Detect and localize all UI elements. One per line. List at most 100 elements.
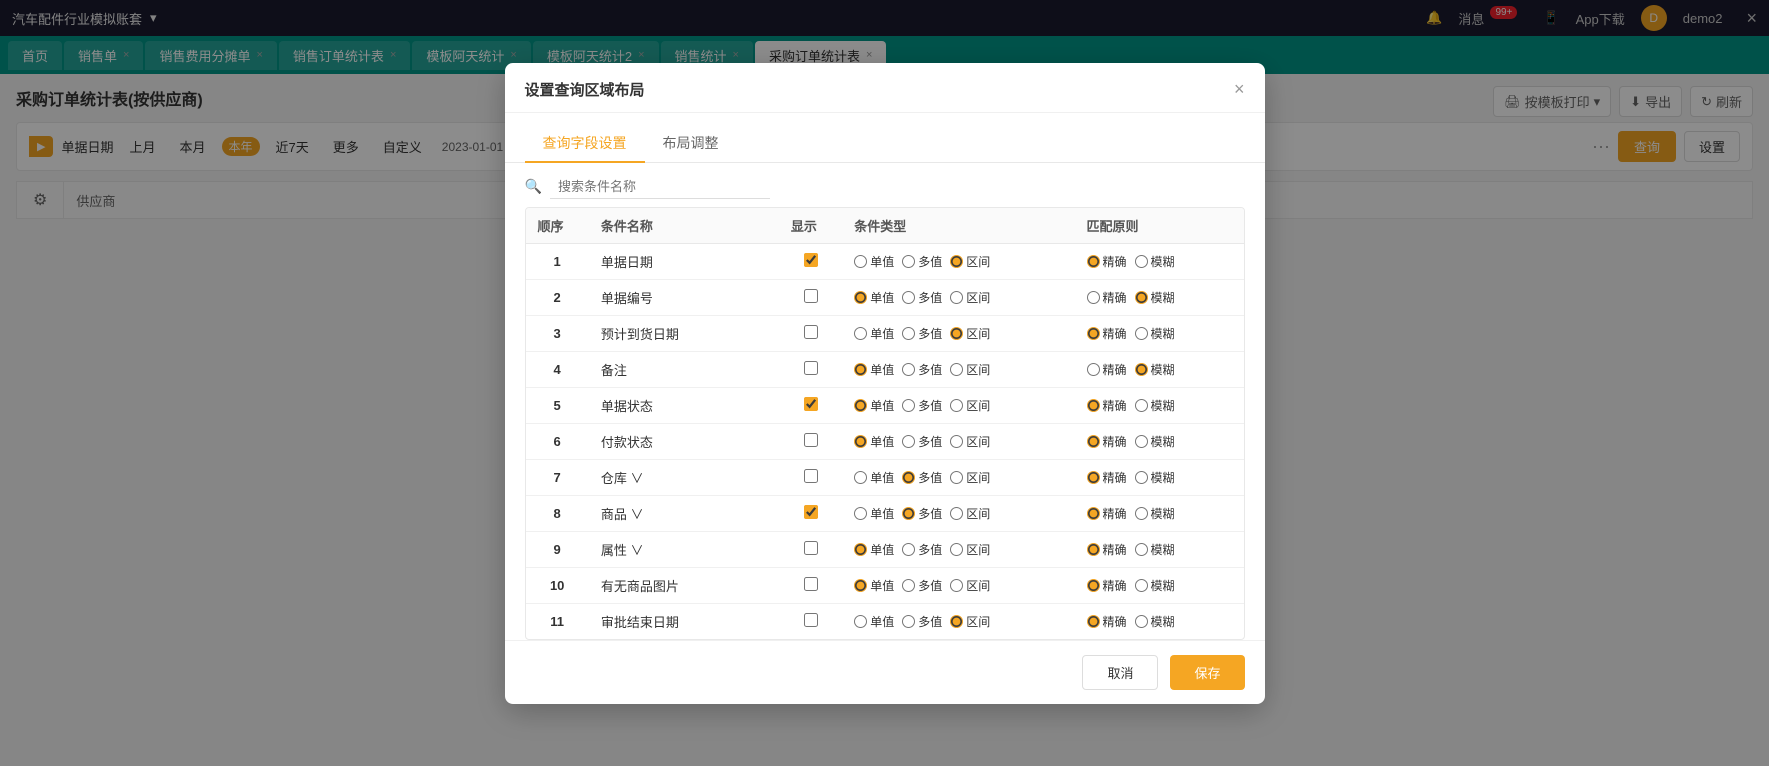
cell-type: 单值多值区间 bbox=[842, 279, 1074, 315]
type-radio-多值-row-8[interactable] bbox=[902, 543, 915, 556]
tab-layout-adjust[interactable]: 布局调整 bbox=[645, 125, 737, 163]
match-radio-精确-row-10[interactable] bbox=[1087, 615, 1100, 628]
type-radio-多值-row-10[interactable] bbox=[902, 615, 915, 628]
type-radio-区间-row-1[interactable] bbox=[950, 291, 963, 304]
match-radio-精确-row-7[interactable] bbox=[1087, 507, 1100, 520]
type-radio-多值-row-2[interactable] bbox=[902, 327, 915, 340]
dialog-overlay: 设置查询区域布局 × 查询字段设置 布局调整 🔍 bbox=[0, 0, 1769, 766]
type-option-区间: 区间 bbox=[950, 433, 990, 450]
match-radio-精确-row-2[interactable] bbox=[1087, 327, 1100, 340]
type-option-区间: 区间 bbox=[950, 397, 990, 414]
type-radio-单值-row-6[interactable] bbox=[854, 471, 867, 484]
cell-match: 精确模糊 bbox=[1075, 531, 1244, 567]
cell-order: 7 bbox=[526, 459, 589, 495]
display-checkbox-row-9[interactable] bbox=[804, 577, 818, 591]
type-radio-单值-row-2[interactable] bbox=[854, 327, 867, 340]
display-checkbox-wrap bbox=[791, 433, 830, 450]
type-radio-单值-row-3[interactable] bbox=[854, 363, 867, 376]
type-radio-多值-row-5[interactable] bbox=[902, 435, 915, 448]
type-radio-单值-row-7[interactable] bbox=[854, 507, 867, 520]
display-checkbox-row-6[interactable] bbox=[804, 469, 818, 483]
type-radio-区间-row-5[interactable] bbox=[950, 435, 963, 448]
display-checkbox-row-5[interactable] bbox=[804, 433, 818, 447]
type-radio-多值-row-3[interactable] bbox=[902, 363, 915, 376]
type-radio-单值-row-5[interactable] bbox=[854, 435, 867, 448]
save-button[interactable]: 保存 bbox=[1170, 655, 1244, 690]
type-option-区间: 区间 bbox=[950, 289, 990, 306]
match-radio-模糊-row-10[interactable] bbox=[1135, 615, 1148, 628]
type-radio-多值-row-6[interactable] bbox=[902, 471, 915, 484]
display-checkbox-row-2[interactable] bbox=[804, 325, 818, 339]
match-radio-模糊-row-8[interactable] bbox=[1135, 543, 1148, 556]
display-checkbox-row-0[interactable] bbox=[804, 253, 818, 267]
type-option-多值: 多值 bbox=[902, 397, 942, 414]
match-radio-精确-row-4[interactable] bbox=[1087, 399, 1100, 412]
display-checkbox-row-3[interactable] bbox=[804, 361, 818, 375]
display-checkbox-row-1[interactable] bbox=[804, 289, 818, 303]
type-radio-多值-row-7[interactable] bbox=[902, 507, 915, 520]
type-radio-区间-row-8[interactable] bbox=[950, 543, 963, 556]
col-type-header: 条件类型 bbox=[842, 208, 1074, 244]
cell-display bbox=[779, 603, 842, 639]
display-checkbox-row-4[interactable] bbox=[804, 397, 818, 411]
type-option-单值: 单值 bbox=[854, 253, 894, 270]
type-radio-区间-row-3[interactable] bbox=[950, 363, 963, 376]
type-radio-单值-row-1[interactable] bbox=[854, 291, 867, 304]
cancel-button[interactable]: 取消 bbox=[1082, 655, 1158, 690]
match-radio-精确-row-0[interactable] bbox=[1087, 255, 1100, 268]
type-option-多值: 多值 bbox=[902, 505, 942, 522]
type-label-区间: 区间 bbox=[966, 433, 990, 450]
display-checkbox-wrap bbox=[791, 325, 830, 342]
match-radio-模糊-row-4[interactable] bbox=[1135, 399, 1148, 412]
match-radio-精确-row-6[interactable] bbox=[1087, 471, 1100, 484]
type-radio-区间-row-10[interactable] bbox=[950, 615, 963, 628]
type-radio-区间-row-7[interactable] bbox=[950, 507, 963, 520]
match-radio-模糊-row-3[interactable] bbox=[1135, 363, 1148, 376]
type-radio-多值-row-1[interactable] bbox=[902, 291, 915, 304]
match-radio-精确-row-3[interactable] bbox=[1087, 363, 1100, 376]
tab-query-fields[interactable]: 查询字段设置 bbox=[525, 125, 645, 163]
match-radio-模糊-row-1[interactable] bbox=[1135, 291, 1148, 304]
dialog-close-icon[interactable]: × bbox=[1234, 80, 1245, 98]
type-radio-单值-row-4[interactable] bbox=[854, 399, 867, 412]
match-radio-模糊-row-9[interactable] bbox=[1135, 579, 1148, 592]
type-label-区间: 区间 bbox=[966, 253, 990, 270]
cell-display bbox=[779, 243, 842, 279]
type-radio-单值-row-9[interactable] bbox=[854, 579, 867, 592]
type-radio-多值-row-0[interactable] bbox=[902, 255, 915, 268]
type-radio-区间-row-4[interactable] bbox=[950, 399, 963, 412]
display-checkbox-row-7[interactable] bbox=[804, 505, 818, 519]
cell-name: 备注 bbox=[589, 351, 779, 387]
match-radio-精确-row-8[interactable] bbox=[1087, 543, 1100, 556]
match-radio-模糊-row-5[interactable] bbox=[1135, 435, 1148, 448]
display-checkbox-row-10[interactable] bbox=[804, 613, 818, 627]
type-label-单值: 单值 bbox=[870, 613, 894, 630]
cell-display bbox=[779, 279, 842, 315]
type-radio-单值-row-10[interactable] bbox=[854, 615, 867, 628]
type-option-多值: 多值 bbox=[902, 361, 942, 378]
type-radio-区间-row-9[interactable] bbox=[950, 579, 963, 592]
match-radio-精确-row-5[interactable] bbox=[1087, 435, 1100, 448]
type-radio-区间-row-6[interactable] bbox=[950, 471, 963, 484]
match-label-精确: 精确 bbox=[1103, 541, 1127, 558]
match-radio-模糊-row-2[interactable] bbox=[1135, 327, 1148, 340]
match-option-模糊: 模糊 bbox=[1135, 469, 1175, 486]
type-radio-单值-row-8[interactable] bbox=[854, 543, 867, 556]
match-radio-精确-row-1[interactable] bbox=[1087, 291, 1100, 304]
search-input[interactable] bbox=[550, 175, 770, 199]
type-radio-区间-row-0[interactable] bbox=[950, 255, 963, 268]
match-radio-模糊-row-6[interactable] bbox=[1135, 471, 1148, 484]
match-option-精确: 精确 bbox=[1087, 577, 1127, 594]
type-radio-单值-row-0[interactable] bbox=[854, 255, 867, 268]
type-label-单值: 单值 bbox=[870, 433, 894, 450]
match-radio-模糊-row-0[interactable] bbox=[1135, 255, 1148, 268]
display-checkbox-row-8[interactable] bbox=[804, 541, 818, 555]
type-radio-多值-row-4[interactable] bbox=[902, 399, 915, 412]
type-radio-区间-row-2[interactable] bbox=[950, 327, 963, 340]
cell-match: 精确模糊 bbox=[1075, 567, 1244, 603]
match-radio-模糊-row-7[interactable] bbox=[1135, 507, 1148, 520]
table-row: 11审批结束日期单值多值区间精确模糊 bbox=[526, 603, 1244, 639]
type-label-多值: 多值 bbox=[918, 541, 942, 558]
type-radio-多值-row-9[interactable] bbox=[902, 579, 915, 592]
match-radio-精确-row-9[interactable] bbox=[1087, 579, 1100, 592]
